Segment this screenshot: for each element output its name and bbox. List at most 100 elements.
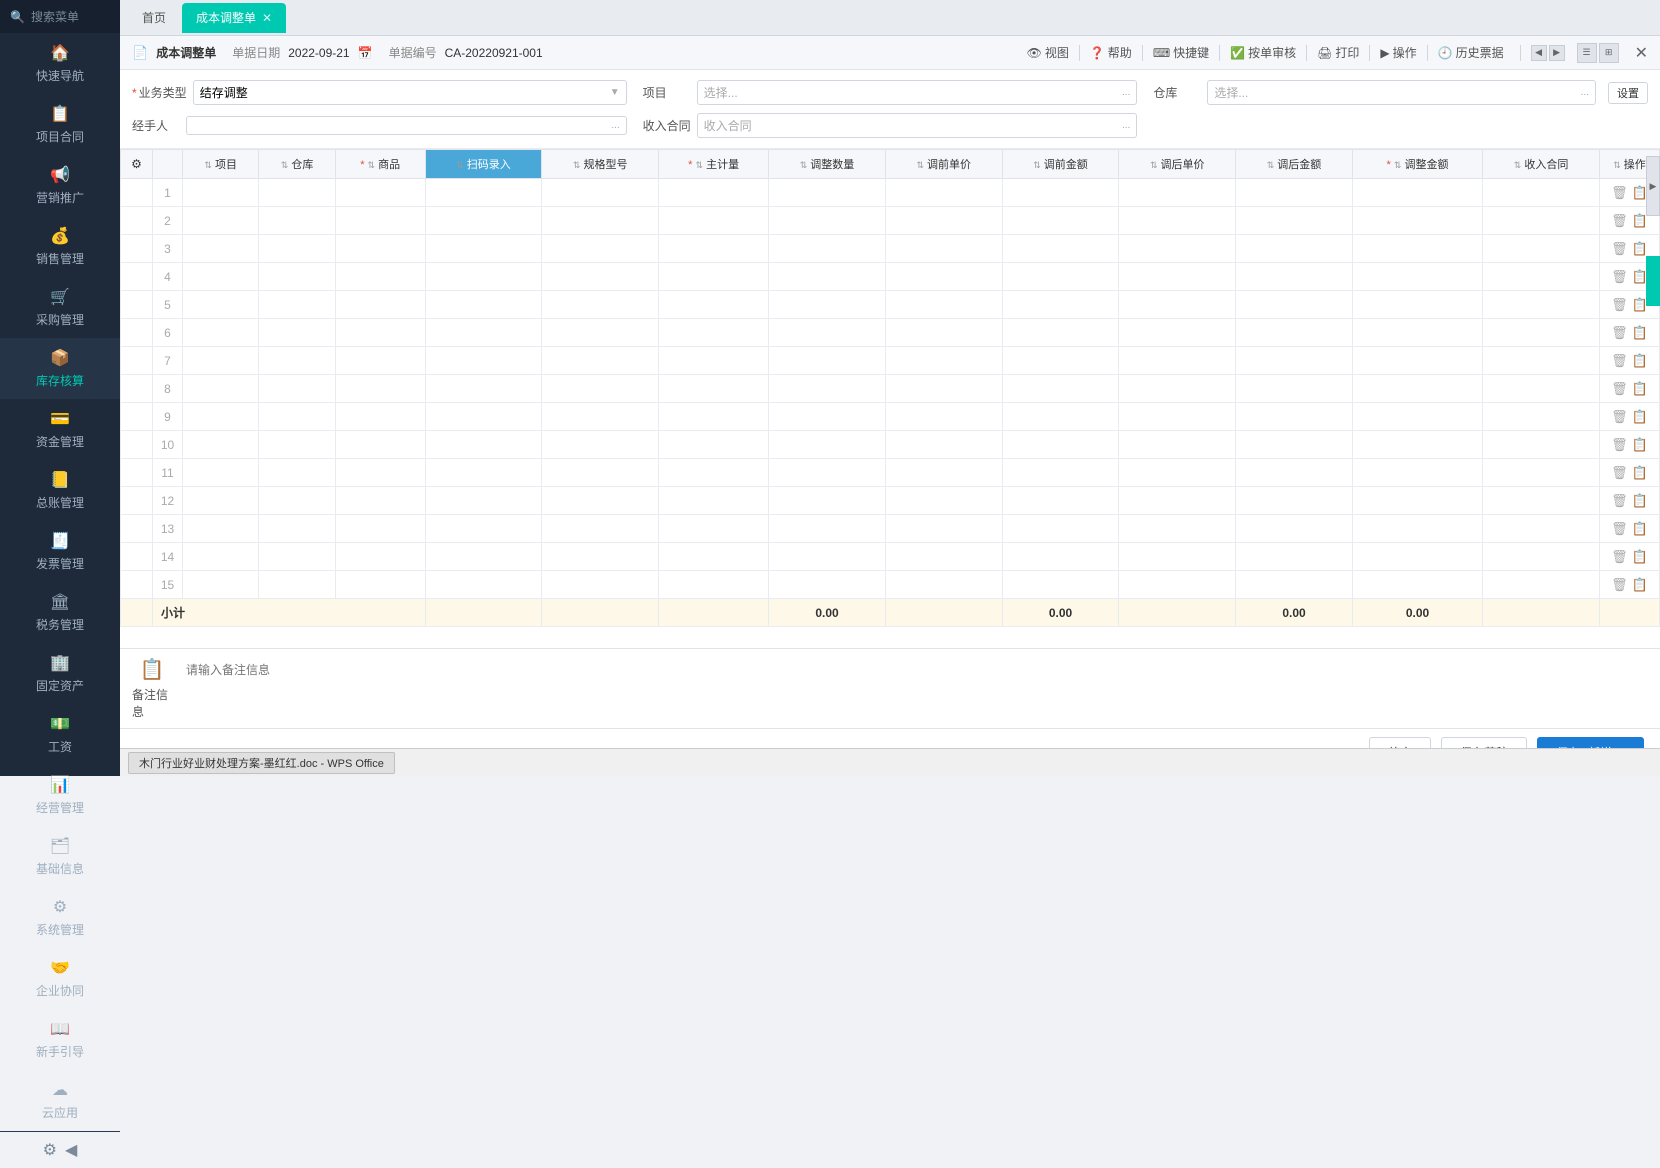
delete-icon-9[interactable]: 🗑 [1611,409,1628,425]
sort-icon-income-contract[interactable]: ⇅ [1514,160,1522,170]
cell-prev-amount-1[interactable] [1002,179,1119,207]
delete-icon-13[interactable]: 🗑 [1611,521,1628,537]
nav-next[interactable]: ▶ [1549,45,1565,61]
cell-warehouse-7[interactable] [259,347,335,375]
cell-after-amount-11[interactable] [1236,459,1353,487]
sidebar-item-purchase-mgmt[interactable]: 🛒采购管理 [0,277,120,338]
copy-icon-3[interactable]: 📋 [1632,241,1648,257]
sort-icon-prev-price[interactable]: ⇅ [916,160,924,170]
cell-prev-amount-15[interactable] [1002,571,1119,599]
tab-home[interactable]: 首页 [128,3,180,33]
cell-prev-price-14[interactable] [885,543,1002,571]
cell-after-price-4[interactable] [1119,263,1236,291]
cell-adj-amount-4[interactable] [1352,263,1482,291]
cell-after-price-6[interactable] [1119,319,1236,347]
cell-spec-9[interactable] [542,403,659,431]
cell-adj-qty-15[interactable] [769,571,886,599]
cell-prev-amount-4[interactable] [1002,263,1119,291]
cell-prev-amount-5[interactable] [1002,291,1119,319]
cell-scan-12[interactable] [425,487,542,515]
toolbar-btn-review[interactable]: ✅按单审核 [1224,42,1302,63]
cell-after-amount-5[interactable] [1236,291,1353,319]
cell-after-price-3[interactable] [1119,235,1236,263]
sidebar-item-fixed-assets[interactable]: 🏢固定资产 [0,643,120,704]
cell-unit-14[interactable] [659,543,769,571]
cell-goods-13[interactable] [335,515,425,543]
cell-spec-5[interactable] [542,291,659,319]
cell-prev-price-10[interactable] [885,431,1002,459]
nav-prev[interactable]: ◀ [1531,45,1547,61]
cell-after-price-15[interactable] [1119,571,1236,599]
notes-input[interactable] [182,657,1648,693]
cell-prev-price-2[interactable] [885,207,1002,235]
sidebar-item-new-guide[interactable]: 📖新手引导 [0,1009,120,1070]
sort-icon-project[interactable]: ⇅ [204,160,212,170]
settings-button[interactable]: 设置 [1608,82,1648,104]
cell-scan-6[interactable] [425,319,542,347]
cell-income-contract-3[interactable] [1483,235,1600,263]
cell-prev-price-9[interactable] [885,403,1002,431]
cell-after-amount-15[interactable] [1236,571,1353,599]
cell-after-amount-2[interactable] [1236,207,1353,235]
sort-icon-spec[interactable]: ⇅ [573,160,581,170]
cell-unit-15[interactable] [659,571,769,599]
cell-project-1[interactable] [183,179,259,207]
cell-after-price-10[interactable] [1119,431,1236,459]
cell-project-14[interactable] [183,543,259,571]
cell-prev-price-11[interactable] [885,459,1002,487]
cell-scan-9[interactable] [425,403,542,431]
cell-warehouse-9[interactable] [259,403,335,431]
cell-unit-6[interactable] [659,319,769,347]
cell-spec-15[interactable] [542,571,659,599]
delete-icon-4[interactable]: 🗑 [1611,269,1628,285]
sidebar-item-invoice-mgmt[interactable]: 🧾发票管理 [0,521,120,582]
cell-after-amount-3[interactable] [1236,235,1353,263]
cell-prev-amount-13[interactable] [1002,515,1119,543]
copy-icon-13[interactable]: 📋 [1632,521,1648,537]
cell-prev-amount-8[interactable] [1002,375,1119,403]
cell-after-price-9[interactable] [1119,403,1236,431]
cell-scan-8[interactable] [425,375,542,403]
sidebar-item-ops-mgmt[interactable]: 📊经营管理 [0,765,120,826]
cell-spec-6[interactable] [542,319,659,347]
copy-icon-10[interactable]: 📋 [1632,437,1648,453]
cell-adj-amount-9[interactable] [1352,403,1482,431]
cell-scan-5[interactable] [425,291,542,319]
cell-adj-amount-13[interactable] [1352,515,1482,543]
cell-project-8[interactable] [183,375,259,403]
cell-warehouse-1[interactable] [259,179,335,207]
cell-income-contract-4[interactable] [1483,263,1600,291]
toolbar-btn-history[interactable]: 🕘历史票据 [1432,42,1510,63]
cell-after-amount-6[interactable] [1236,319,1353,347]
cell-adj-qty-5[interactable] [769,291,886,319]
cell-project-2[interactable] [183,207,259,235]
cell-unit-11[interactable] [659,459,769,487]
cell-after-price-11[interactable] [1119,459,1236,487]
cell-adj-amount-1[interactable] [1352,179,1482,207]
cell-goods-11[interactable] [335,459,425,487]
delete-icon-14[interactable]: 🗑 [1611,549,1628,565]
cell-after-price-5[interactable] [1119,291,1236,319]
cell-spec-12[interactable] [542,487,659,515]
toolbar-btn-actions[interactable]: ▶操作 [1374,42,1422,63]
cell-warehouse-2[interactable] [259,207,335,235]
cell-goods-1[interactable] [335,179,425,207]
sort-icon-warehouse[interactable]: ⇅ [281,160,289,170]
cell-goods-15[interactable] [335,571,425,599]
copy-icon-6[interactable]: 📋 [1632,325,1648,341]
cell-goods-4[interactable] [335,263,425,291]
cell-after-amount-1[interactable] [1236,179,1353,207]
cell-unit-4[interactable] [659,263,769,291]
settings-icon[interactable]: ⚙ [43,1140,57,1160]
cell-warehouse-5[interactable] [259,291,335,319]
cell-prev-price-7[interactable] [885,347,1002,375]
cell-project-13[interactable] [183,515,259,543]
sidebar-item-base-info[interactable]: 🗂基础信息 [0,826,120,887]
income-contract-input[interactable]: 收入合同 ... [697,113,1138,138]
cell-spec-11[interactable] [542,459,659,487]
cell-adj-qty-9[interactable] [769,403,886,431]
tab-cost-adjust[interactable]: 成本调整单✕ [182,3,286,33]
cell-goods-9[interactable] [335,403,425,431]
cell-spec-8[interactable] [542,375,659,403]
cell-spec-10[interactable] [542,431,659,459]
